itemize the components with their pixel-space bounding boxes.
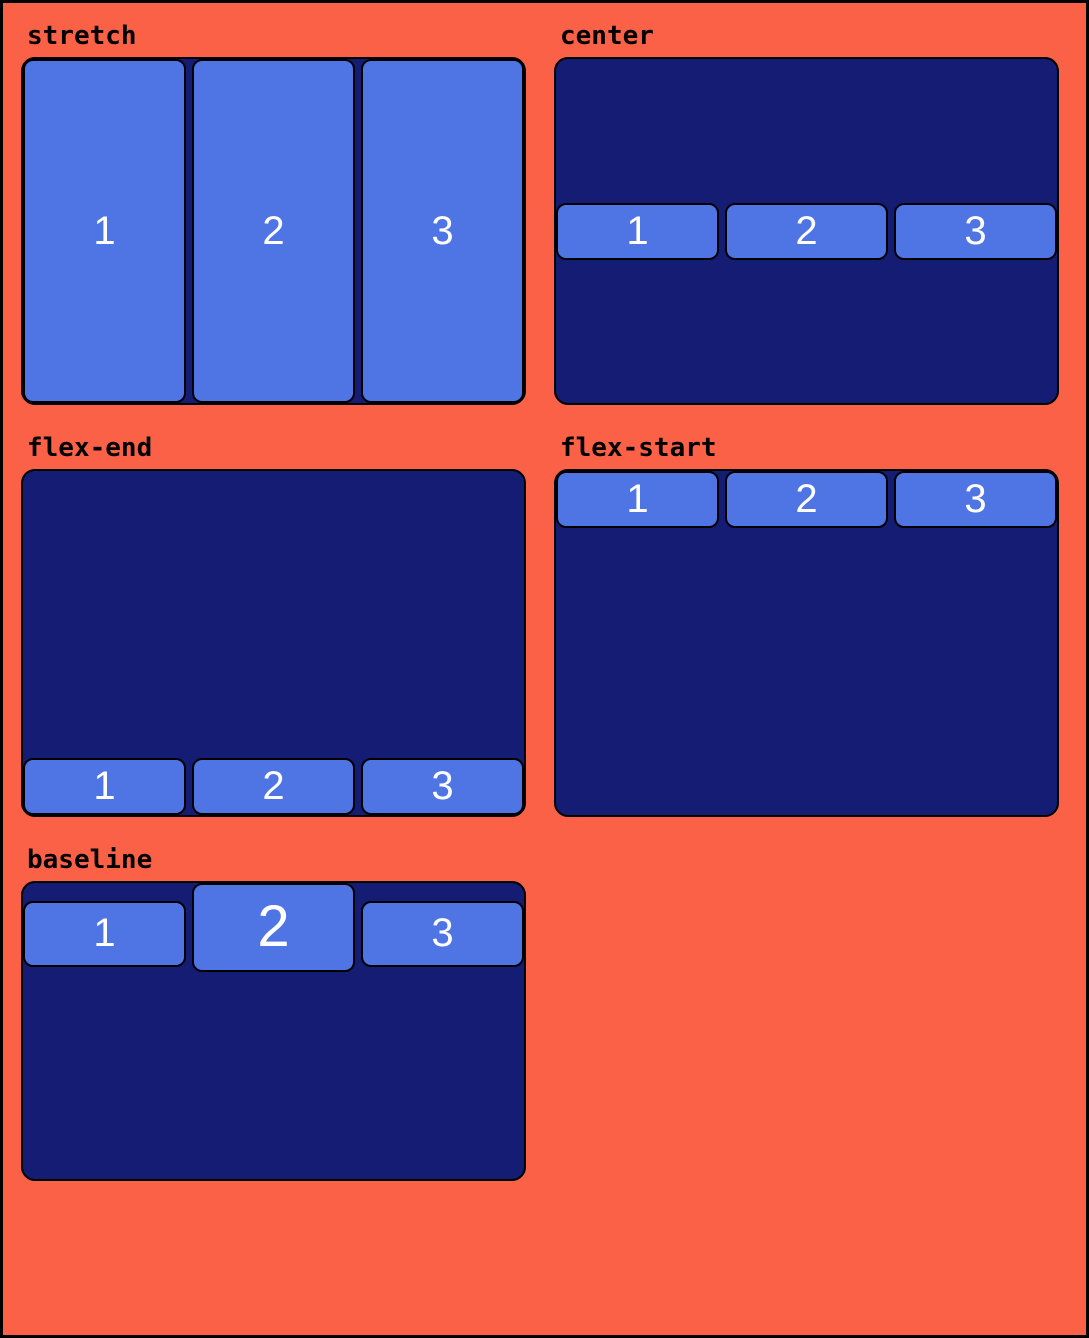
flex-container-stretch: 1 2 3 — [21, 57, 526, 405]
flex-item: 1 — [23, 59, 186, 403]
flex-item: 3 — [894, 471, 1057, 528]
flex-item: 1 — [556, 471, 719, 528]
flex-item: 2 — [192, 59, 355, 403]
flex-item: 1 — [556, 203, 719, 260]
panel-label: baseline — [27, 845, 526, 875]
flex-container-flex-start: 1 2 3 — [554, 469, 1059, 817]
diagram-grid: stretch 1 2 3 center 1 2 3 flex-end 1 2 … — [21, 21, 1068, 1181]
panel-center: center 1 2 3 — [554, 21, 1059, 405]
flex-item: 3 — [361, 901, 524, 967]
flex-item: 1 — [23, 758, 186, 815]
panel-label: stretch — [27, 21, 526, 51]
panel-baseline: baseline 1 2 3 — [21, 845, 526, 1181]
panel-label: flex-end — [27, 433, 526, 463]
flex-container-baseline: 1 2 3 — [21, 881, 526, 1181]
panel-flex-start: flex-start 1 2 3 — [554, 433, 1059, 817]
flex-item: 2 — [725, 203, 888, 260]
panel-stretch: stretch 1 2 3 — [21, 21, 526, 405]
flex-item: 1 — [23, 901, 186, 967]
panel-label: center — [560, 21, 1059, 51]
flex-container-center: 1 2 3 — [554, 57, 1059, 405]
panel-label: flex-start — [560, 433, 1059, 463]
flex-item: 3 — [361, 758, 524, 815]
flex-item: 2 — [725, 471, 888, 528]
panel-flex-end: flex-end 1 2 3 — [21, 433, 526, 817]
flex-container-flex-end: 1 2 3 — [21, 469, 526, 817]
flex-item: 3 — [894, 203, 1057, 260]
flex-item-big: 2 — [192, 883, 355, 972]
flex-item: 2 — [192, 758, 355, 815]
flex-item: 3 — [361, 59, 524, 403]
